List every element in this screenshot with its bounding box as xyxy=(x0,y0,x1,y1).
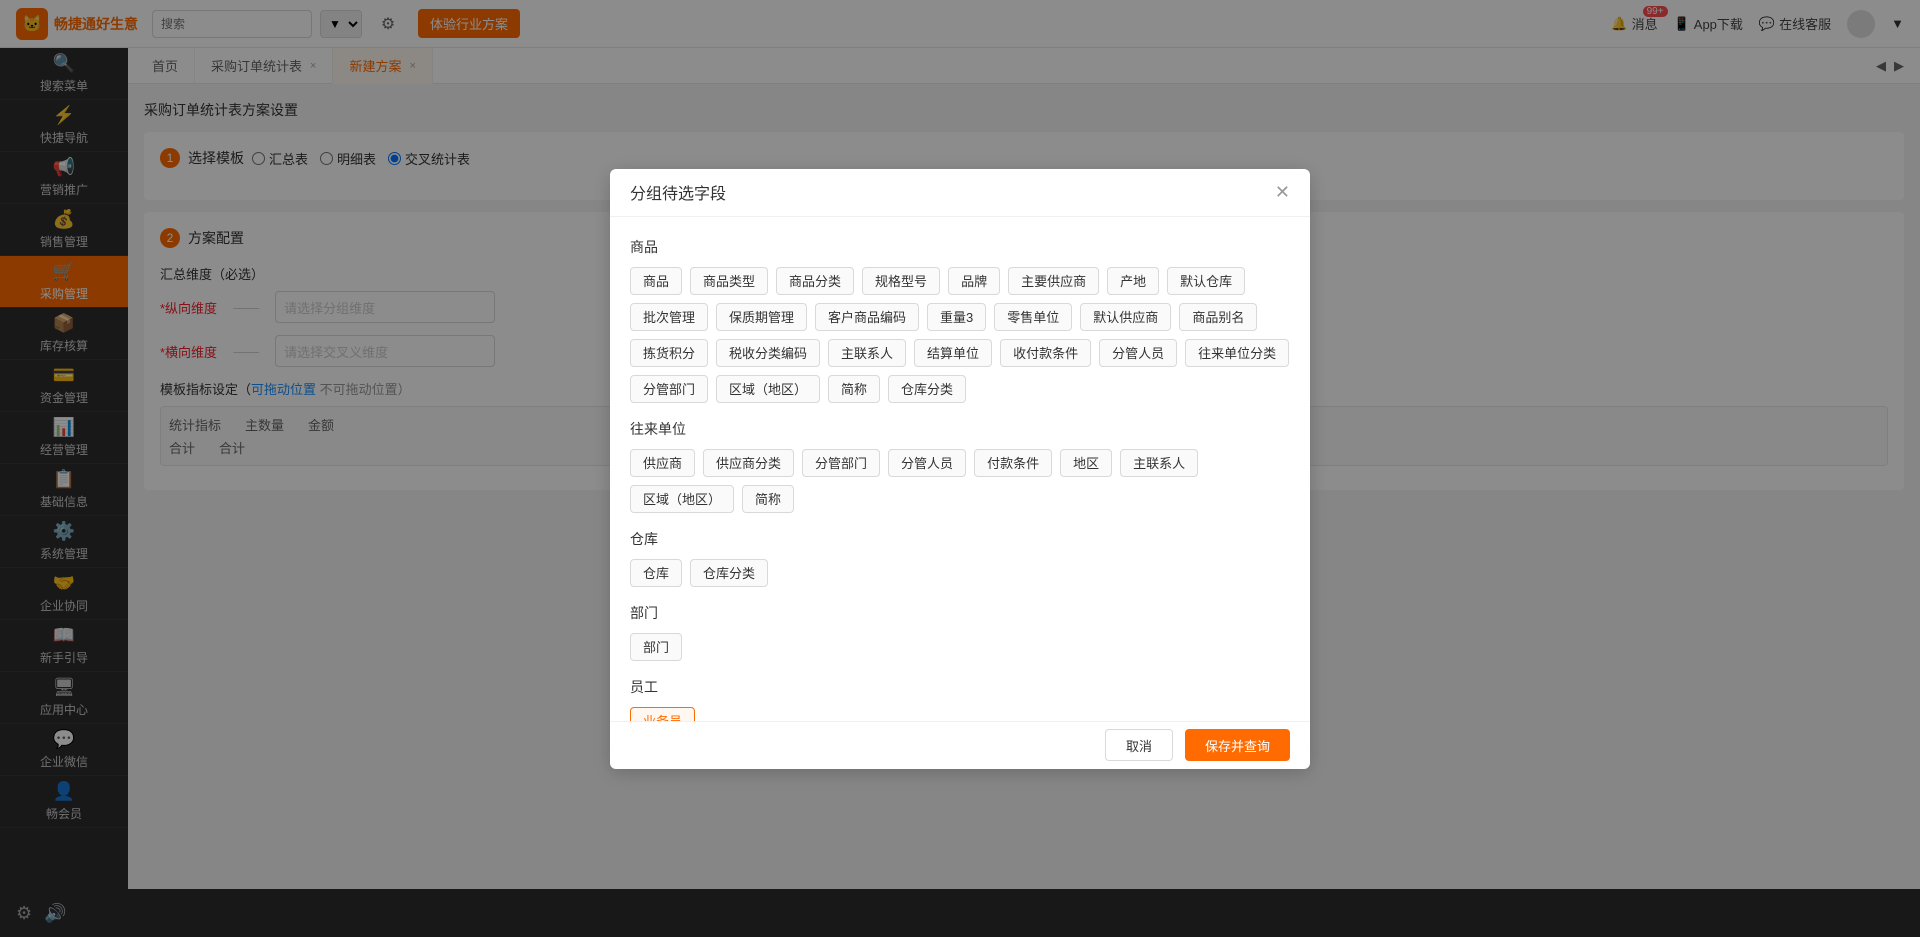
cancel-button[interactable]: 取消 xyxy=(1105,729,1173,761)
tag-tax-code[interactable]: 税收分类编码 xyxy=(716,339,820,367)
tag-dept-manage[interactable]: 分管部门 xyxy=(630,375,708,403)
modal-body: 商品 商品 商品类型 商品分类 规格型号 品牌 主要供应商 产地 默认仓库 批次… xyxy=(610,217,1310,721)
tag-payment-terms[interactable]: 收付款条件 xyxy=(1000,339,1091,367)
section-title-warehouse: 仓库 xyxy=(630,529,1290,549)
modal-footer: 取消 保存并查询 xyxy=(610,721,1310,769)
section-title-product: 商品 xyxy=(630,237,1290,257)
tag-product-type[interactable]: 商品类型 xyxy=(690,267,768,295)
tag-group-employee: 业务员 xyxy=(630,707,1290,721)
modal-close-icon[interactable]: ✕ xyxy=(1275,182,1290,203)
modal-header: 分组待选字段 ✕ xyxy=(610,169,1310,217)
tag-group-counterpart: 供应商 供应商分类 分管部门 分管人员 付款条件 地区 主联系人 区域（地区） … xyxy=(630,449,1290,513)
section-title-dept: 部门 xyxy=(630,603,1290,623)
tag-weight[interactable]: 重量3 xyxy=(927,303,986,331)
tag-group-dept: 部门 xyxy=(630,633,1290,661)
tag-supplier[interactable]: 供应商 xyxy=(630,449,695,477)
tag-default-supplier[interactable]: 默认供应商 xyxy=(1080,303,1171,331)
tag-abbr-counterpart[interactable]: 简称 xyxy=(742,485,794,513)
tag-customer-code[interactable]: 客户商品编码 xyxy=(815,303,919,331)
tag-payment-cond[interactable]: 付款条件 xyxy=(974,449,1052,477)
tag-warehouse-category[interactable]: 仓库分类 xyxy=(888,375,966,403)
tag-spec-model[interactable]: 规格型号 xyxy=(862,267,940,295)
tag-expiry-mgmt[interactable]: 保质期管理 xyxy=(716,303,807,331)
tag-settlement-unit[interactable]: 结算单位 xyxy=(914,339,992,367)
tag-dept[interactable]: 部门 xyxy=(630,633,682,661)
tag-main-contact-counterpart[interactable]: 主联系人 xyxy=(1120,449,1198,477)
tag-default-warehouse[interactable]: 默认仓库 xyxy=(1167,267,1245,295)
modal-dialog: 分组待选字段 ✕ 商品 商品 商品类型 商品分类 规格型号 品牌 主要供应商 产… xyxy=(610,169,1310,769)
tag-counterpart-category[interactable]: 往来单位分类 xyxy=(1185,339,1289,367)
tag-main-supplier[interactable]: 主要供应商 xyxy=(1008,267,1099,295)
tag-product-category[interactable]: 商品分类 xyxy=(776,267,854,295)
tag-person-counterpart[interactable]: 分管人员 xyxy=(888,449,966,477)
modal-overlay: 分组待选字段 ✕ 商品 商品 商品类型 商品分类 规格型号 品牌 主要供应商 产… xyxy=(0,0,1920,937)
tag-supplier-category[interactable]: 供应商分类 xyxy=(703,449,794,477)
tag-pick-points[interactable]: 拣货积分 xyxy=(630,339,708,367)
tag-origin[interactable]: 产地 xyxy=(1107,267,1159,295)
confirm-button[interactable]: 保存并查询 xyxy=(1185,729,1290,761)
tag-batch-mgmt[interactable]: 批次管理 xyxy=(630,303,708,331)
tag-abbr-product[interactable]: 简称 xyxy=(828,375,880,403)
tag-region-product[interactable]: 区域（地区） xyxy=(716,375,820,403)
tag-product[interactable]: 商品 xyxy=(630,267,682,295)
tag-group-warehouse: 仓库 仓库分类 xyxy=(630,559,1290,587)
section-title-employee: 员工 xyxy=(630,677,1290,697)
tag-warehouse-cat[interactable]: 仓库分类 xyxy=(690,559,768,587)
tag-salesperson[interactable]: 业务员 xyxy=(630,707,695,721)
modal-title: 分组待选字段 xyxy=(630,180,726,204)
tag-dept-counterpart[interactable]: 分管部门 xyxy=(802,449,880,477)
tag-product-alias[interactable]: 商品别名 xyxy=(1179,303,1257,331)
tag-area-counterpart[interactable]: 区域（地区） xyxy=(630,485,734,513)
section-title-counterpart: 往来单位 xyxy=(630,419,1290,439)
tag-retail-unit[interactable]: 零售单位 xyxy=(994,303,1072,331)
tag-region-counterpart[interactable]: 地区 xyxy=(1060,449,1112,477)
tag-brand[interactable]: 品牌 xyxy=(948,267,1000,295)
tag-main-contact[interactable]: 主联系人 xyxy=(828,339,906,367)
tag-warehouse[interactable]: 仓库 xyxy=(630,559,682,587)
tag-supervisor[interactable]: 分管人员 xyxy=(1099,339,1177,367)
tag-group-product: 商品 商品类型 商品分类 规格型号 品牌 主要供应商 产地 默认仓库 批次管理 … xyxy=(630,267,1290,403)
